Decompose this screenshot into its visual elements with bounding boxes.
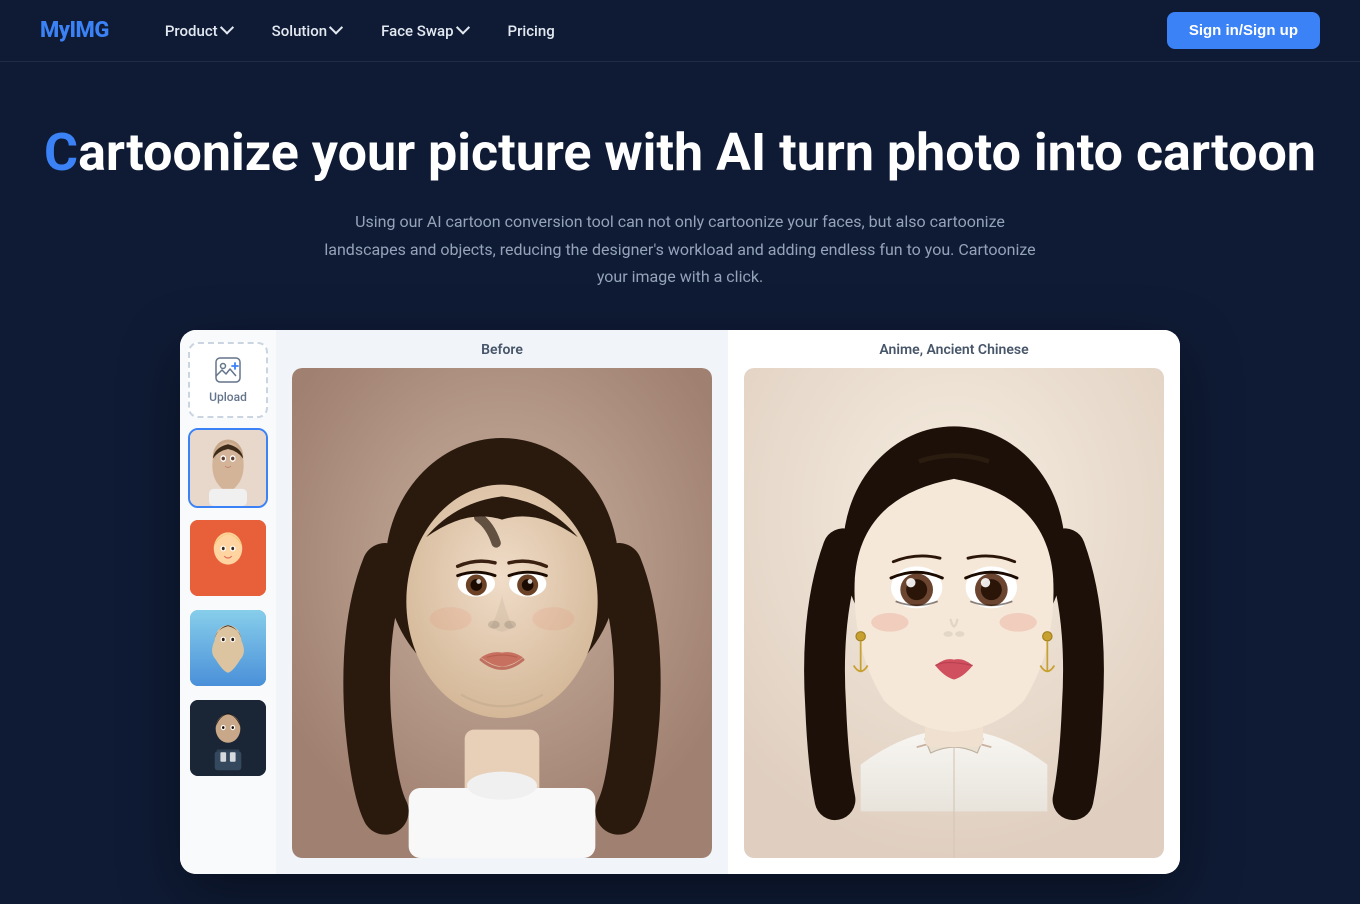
thumbnail-2[interactable] bbox=[188, 518, 268, 598]
after-image-container bbox=[744, 368, 1164, 858]
thumb-image-1 bbox=[190, 430, 266, 506]
upload-label: Upload bbox=[209, 390, 247, 404]
chevron-down-icon bbox=[455, 21, 469, 35]
before-label: Before bbox=[481, 342, 523, 358]
thumbnail-1[interactable] bbox=[188, 428, 268, 508]
logo[interactable]: MyIMG bbox=[40, 18, 109, 43]
thumbnail-4[interactable] bbox=[188, 698, 268, 778]
nav-item-faceswap[interactable]: Face Swap bbox=[365, 14, 483, 48]
nav-item-product[interactable]: Product bbox=[149, 14, 248, 48]
thumbnail-3[interactable] bbox=[188, 608, 268, 688]
demo-after-panel: Anime, Ancient Chinese bbox=[728, 330, 1180, 874]
nav-item-solution[interactable]: Solution bbox=[256, 14, 357, 48]
signin-signup-button[interactable]: Sign in/Sign up bbox=[1167, 12, 1320, 49]
after-label: Anime, Ancient Chinese bbox=[879, 342, 1028, 358]
nav-item-pricing[interactable]: Pricing bbox=[492, 14, 571, 48]
chevron-down-icon bbox=[329, 21, 343, 35]
upload-button[interactable]: Upload bbox=[188, 342, 268, 418]
demo-before-panel: Before bbox=[276, 330, 728, 874]
thumb-image-2 bbox=[190, 520, 266, 596]
thumb-image-3 bbox=[190, 610, 266, 686]
thumb-image-4 bbox=[190, 700, 266, 776]
hero-subtitle: Using our AI cartoon conversion tool can… bbox=[320, 208, 1040, 290]
hero-section: UploadCartoonize your picture with AI tu… bbox=[0, 62, 1360, 904]
nav-links: Product Solution Face Swap Pricing bbox=[149, 14, 1167, 48]
hero-title: UploadCartoonize your picture with AI tu… bbox=[40, 122, 1320, 184]
upload-icon bbox=[214, 356, 242, 384]
demo-panel: Upload bbox=[180, 330, 1180, 874]
chevron-down-icon bbox=[220, 21, 234, 35]
before-image-container bbox=[292, 368, 712, 858]
demo-sidebar: Upload bbox=[180, 330, 276, 874]
navbar: MyIMG Product Solution Face Swap Pricing… bbox=[0, 0, 1360, 62]
